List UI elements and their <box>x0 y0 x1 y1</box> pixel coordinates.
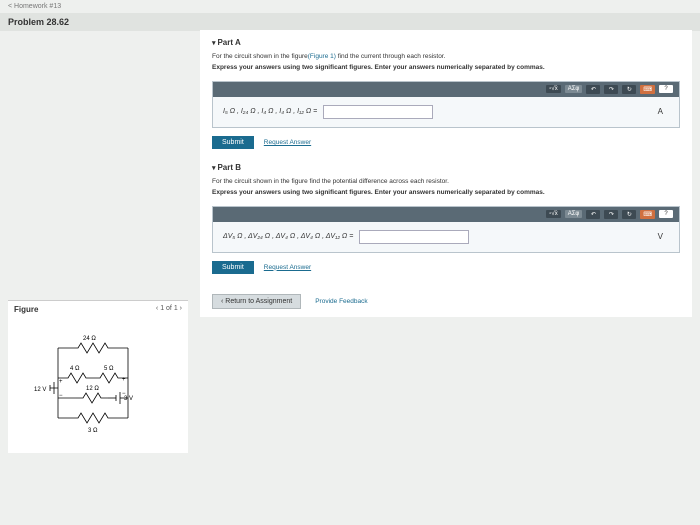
part-a-unit: A <box>658 107 663 116</box>
part-b-request-answer[interactable]: Request Answer <box>264 264 311 271</box>
symbols-button[interactable]: ΑΣφ <box>565 85 583 93</box>
instruction-text: For the circuit shown in the figure <box>212 53 308 60</box>
reset-button[interactable]: ↻ <box>622 85 636 94</box>
svg-text:4 Ω: 4 Ω <box>70 366 80 372</box>
part-a-instruction-1: For the circuit shown in the figure(Figu… <box>212 53 680 61</box>
content-area: Part A For the circuit shown in the figu… <box>200 30 692 317</box>
footer-row: Return to Assignment Provide Feedback <box>212 288 680 309</box>
part-b-title: Part B <box>212 163 680 172</box>
part-a-instruction-2: Express your answers using two significa… <box>212 64 680 72</box>
instruction-text-suffix: find the current through each resistor. <box>336 53 445 60</box>
breadcrumb[interactable]: < Homework #13 <box>0 0 700 13</box>
figure-panel: Figure ‹ 1 of 1 › 24 Ω 4 Ω 5 Ω <box>8 300 188 453</box>
part-b-answer-input[interactable] <box>359 230 469 244</box>
part-a-answer-label: I₅ Ω , I₂₄ Ω , I₄ Ω , I₄ Ω , I₁₂ Ω = <box>223 108 317 115</box>
part-b-instruction-2: Express your answers using two significa… <box>212 189 680 197</box>
undo-button[interactable]: ↶ <box>586 85 600 94</box>
part-b-submit-button[interactable]: Submit <box>212 261 254 274</box>
part-a-request-answer[interactable]: Request Answer <box>264 139 311 146</box>
svg-text:−: − <box>59 393 63 399</box>
templates-button[interactable]: ▫√x̄ <box>546 210 560 218</box>
part-b-instruction-1: For the circuit shown in the figure find… <box>212 178 680 186</box>
svg-text:+: + <box>59 379 63 385</box>
svg-text:24 Ω: 24 Ω <box>83 336 96 342</box>
part-b-unit: V <box>658 232 663 241</box>
answer-toolbar-b: ▫√x̄ ΑΣφ ↶ ↷ ↻ ⌨ ? <box>213 207 679 222</box>
keyboard-button[interactable]: ⌨ <box>640 210 655 219</box>
svg-text:−: − <box>122 391 126 397</box>
provide-feedback[interactable]: Provide Feedback <box>315 298 367 305</box>
figure-pager: ‹ 1 of 1 › <box>156 305 182 314</box>
svg-text:12 V: 12 V <box>34 387 46 393</box>
symbols-button[interactable]: ΑΣφ <box>565 210 583 218</box>
keyboard-button[interactable]: ⌨ <box>640 85 655 94</box>
part-a-answer-box: ▫√x̄ ΑΣφ ↶ ↷ ↻ ⌨ ? I₅ Ω , I₂₄ Ω , I₄ Ω ,… <box>212 81 680 128</box>
help-button[interactable]: ? <box>659 210 673 218</box>
part-b-section: Part B For the circuit shown in the figu… <box>212 163 680 274</box>
figure-link[interactable]: (Figure 1) <box>308 53 336 60</box>
part-b-answer-label: ΔV₅ Ω , ΔV₂₄ Ω , ΔV₄ Ω , ΔV₄ Ω , ΔV₁₂ Ω … <box>223 233 353 240</box>
templates-button[interactable]: ▫√x̄ <box>546 85 560 93</box>
circuit-diagram: 24 Ω 4 Ω 5 Ω 12 Ω <box>8 318 188 453</box>
reset-button[interactable]: ↻ <box>622 210 636 219</box>
svg-text:5 Ω: 5 Ω <box>104 366 114 372</box>
svg-text:+: + <box>122 377 126 383</box>
figure-title: Figure <box>14 305 38 314</box>
svg-text:3 Ω: 3 Ω <box>88 428 98 434</box>
part-a-title: Part A <box>212 38 680 47</box>
redo-button[interactable]: ↷ <box>604 85 618 94</box>
answer-toolbar: ▫√x̄ ΑΣφ ↶ ↷ ↻ ⌨ ? <box>213 82 679 97</box>
return-button[interactable]: Return to Assignment <box>212 294 301 309</box>
problem-title: Problem 28.62 <box>0 13 700 31</box>
redo-button[interactable]: ↷ <box>604 210 618 219</box>
part-a-answer-input[interactable] <box>323 105 433 119</box>
part-b-answer-box: ▫√x̄ ΑΣφ ↶ ↷ ↻ ⌨ ? ΔV₅ Ω , ΔV₂₄ Ω , ΔV₄ … <box>212 206 680 253</box>
svg-text:12 Ω: 12 Ω <box>86 386 99 392</box>
undo-button[interactable]: ↶ <box>586 210 600 219</box>
help-button[interactable]: ? <box>659 85 673 93</box>
part-a-section: Part A For the circuit shown in the figu… <box>212 38 680 149</box>
part-a-submit-button[interactable]: Submit <box>212 136 254 149</box>
